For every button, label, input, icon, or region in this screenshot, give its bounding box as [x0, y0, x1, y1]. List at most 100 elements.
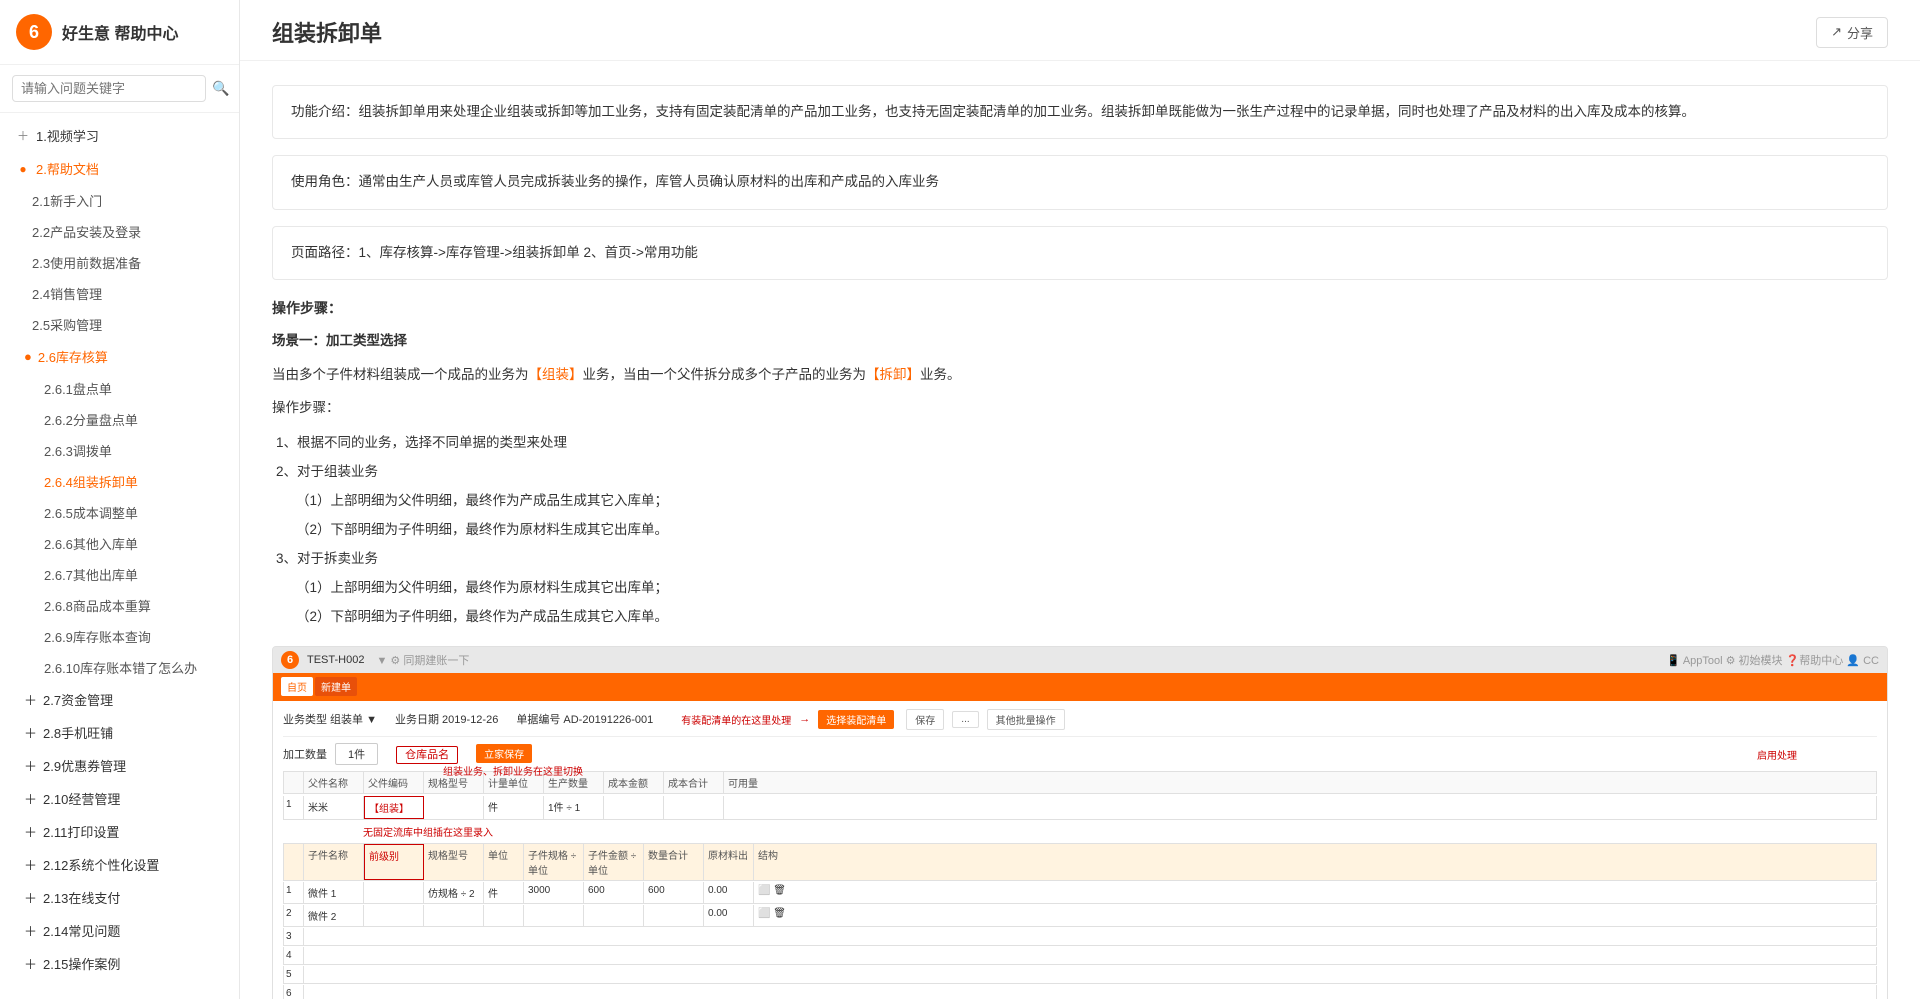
sim-sub-row-1: 1 微件 1 仿规格 ÷ 2 件 3000 600 600 0.00 ⬜ 🗑 — [283, 882, 1877, 904]
toggle-icon-2-7: ＋ — [24, 690, 37, 709]
sidebar-item-2-6-2[interactable]: 2.6.2分量盘点单 — [0, 404, 239, 435]
sidebar-item-2-6-8[interactable]: 2.6.8商品成本重算 — [0, 590, 239, 621]
screenshot-container: 6 TEST-H002 ▼ ⚙ 同期建账一下 📱 AppTool ⚙ 初始模块 … — [272, 646, 1888, 999]
nav-item-2-6[interactable]: ● 2.6库存核算 — [0, 340, 239, 373]
sim-sub-row-5: 5 — [283, 966, 1877, 984]
sim-logo: 6 — [281, 651, 299, 669]
nav-group-2: ● 2.帮助文档 2.1新手入门 2.2产品安装及登录 2.3使用前数据准备 2… — [0, 152, 239, 980]
scene1-title-text: 场景一：加工类型选择 — [272, 333, 407, 348]
sim-annotation-2: 组装业务、拆卸业务在这里切换 — [443, 763, 583, 778]
sim-arrow-1: → — [799, 713, 810, 725]
sim-btn-save: 保存 — [906, 709, 944, 730]
step-3-sub: （1）上部明细为父件明细，最终作为原材料生成其它出库单； （2）下部明细为子件明… — [276, 574, 1888, 630]
steps-title: 操作步骤： — [272, 298, 1888, 318]
keyword-assembly: 【组装】 — [529, 367, 583, 382]
nav-label-2-14: 2.14常见问题 — [43, 921, 120, 940]
share-icon: ↗ — [1831, 24, 1842, 40]
sim-test-id: TEST-H002 — [307, 654, 364, 666]
intro-text-2: 使用角色：通常由生产人员或库管人员完成拆装业务的操作，库管人员确认原材料的出库和… — [291, 170, 1869, 194]
nav-label-2-6: 2.6库存核算 — [38, 347, 108, 366]
sidebar-item-2-3[interactable]: 2.3使用前数据准备 — [0, 247, 239, 278]
toggle-icon-2-14: ＋ — [24, 921, 37, 940]
breadcrumb-text: 页面路径：1、库存核算->库存管理->组装拆卸单 2、首页->常用功能 — [291, 241, 1869, 265]
sidebar-item-2-6-10[interactable]: 2.6.10库存账本错了怎么办 — [0, 652, 239, 683]
toggle-icon-2-10: ＋ — [24, 789, 37, 808]
sidebar-item-2-4[interactable]: 2.4销售管理 — [0, 278, 239, 309]
step-2-sub-2: （2）下部明细为子件明细，最终作为原材料生成其它出库单。 — [296, 516, 1888, 543]
toggle-icon-2-13: ＋ — [24, 888, 37, 907]
search-button[interactable]: 🔍 — [212, 80, 229, 97]
sidebar-item-2-6-3[interactable]: 2.6.3调拨单 — [0, 435, 239, 466]
sim-annotation-3: 启用处理 — [1757, 747, 1797, 762]
steps-list: 1、根据不同的业务，选择不同单据的类型来处理 2、对于组装业务 （1）上部明细为… — [272, 429, 1888, 630]
nav-item-2-8[interactable]: ＋ 2.8手机旺铺 — [0, 716, 239, 749]
nav-item-2-13[interactable]: ＋ 2.13在线支付 — [0, 881, 239, 914]
sidebar-item-2-6-6[interactable]: 2.6.6其他入库单 — [0, 528, 239, 559]
nav-label-2: 2.帮助文档 — [36, 159, 99, 178]
step-2-sub-1: （1）上部明细为父件明细，最终作为产成品生成其它入库单； — [296, 487, 1888, 514]
nav-label-2-12: 2.12系统个性化设置 — [43, 855, 159, 874]
nav-item-2-11[interactable]: ＋ 2.11打印设置 — [0, 815, 239, 848]
sim-warehouse: 仓库品名 — [396, 746, 458, 762]
nav-item-1[interactable]: ＋ 1.视频学习 — [0, 119, 239, 152]
page-title: 组装拆卸单 — [272, 16, 382, 48]
steps-intro-label: 操作步骤： — [272, 395, 1888, 421]
sim-sub-table-header: 子件名称 前级别 规格型号 单位 子件规格 ÷ 单位 子件金额 ÷ 单位 数量合… — [283, 843, 1877, 881]
sim-annotation-1: 有装配清单的在这里处理 — [681, 712, 791, 727]
share-label: 分享 — [1847, 23, 1873, 42]
step-3-label: 3、对于拆卖业务 — [276, 545, 1888, 572]
scene1-title: 场景一：加工类型选择 — [272, 328, 1888, 354]
nav-item-2-9[interactable]: ＋ 2.9优惠券管理 — [0, 749, 239, 782]
toggle-icon-2-9: ＋ — [24, 756, 37, 775]
sim-form-row: 业务类型 组装单 ▼ 业务日期 2019-12-26 单据编号 AD-20191… — [283, 709, 1877, 737]
sim-table-row-1: 1 米米 【组装】 件 1件 ÷ 1 — [283, 796, 1877, 820]
sidebar-item-2-2[interactable]: 2.2产品安装及登录 — [0, 216, 239, 247]
nav-label-1: 1.视频学习 — [36, 126, 99, 145]
nav-item-2-7[interactable]: ＋ 2.7资金管理 — [0, 683, 239, 716]
sidebar-item-2-6-9[interactable]: 2.6.9库存账本查询 — [0, 621, 239, 652]
sidebar-item-2-6-7[interactable]: 2.6.7其他出库单 — [0, 559, 239, 590]
sim-sub-row-6: 6 — [283, 985, 1877, 999]
sidebar-item-2-6-1[interactable]: 2.6.1盘点单 — [0, 373, 239, 404]
nav-item-2-12[interactable]: ＋ 2.12系统个性化设置 — [0, 848, 239, 881]
logo-area: 6 好生意 帮助中心 — [0, 0, 239, 65]
sim-annotation-bottom: 无固定流库中组插在这里录入 — [363, 824, 1877, 839]
nav-item-2-10[interactable]: ＋ 2.10经营管理 — [0, 782, 239, 815]
sim-doc-no: 单据编号 AD-20191226-001 — [516, 711, 653, 727]
toggle-icon-2-11: ＋ — [24, 822, 37, 841]
toggle-icon-2-6: ● — [24, 349, 32, 364]
sim-icons: 📱 AppTool ⚙ 初始模块 ❓帮助中心 👤 CC — [1667, 652, 1879, 668]
sidebar-item-2-6-4[interactable]: 2.6.4组装拆卸单 — [0, 466, 239, 497]
nav-item-2-14[interactable]: ＋ 2.14常见问题 — [0, 914, 239, 947]
nav-group-1: ＋ 1.视频学习 — [0, 119, 239, 152]
search-input[interactable] — [12, 75, 206, 102]
sim-row-2: 加工数量 1件 仓库品名 立家保存 组装业务、拆卸业务在这里切换 启用处理 — [283, 743, 1877, 765]
sidebar-item-2-5[interactable]: 2.5采购管理 — [0, 309, 239, 340]
keyword-disassembly: 【拆卸】 — [866, 367, 920, 382]
sim-qty-label: 加工数量 — [283, 746, 327, 762]
share-button[interactable]: ↗ 分享 — [1816, 17, 1888, 48]
sim-content: 业务类型 组装单 ▼ 业务日期 2019-12-26 单据编号 AD-20191… — [273, 701, 1887, 999]
nav-label-2-15: 2.15操作案例 — [43, 954, 120, 973]
nav-item-2[interactable]: ● 2.帮助文档 — [0, 152, 239, 185]
sidebar-item-2-6-5[interactable]: 2.6.5成本调整单 — [0, 497, 239, 528]
nav-label-2-10: 2.10经营管理 — [43, 789, 120, 808]
toggle-icon-2-12: ＋ — [24, 855, 37, 874]
sidebar-item-2-1[interactable]: 2.1新手入门 — [0, 185, 239, 216]
scene1-desc: 当由多个子件材料组装成一个成品的业务为【组装】业务，当由一个父件拆分成多个子产品… — [272, 362, 1888, 388]
logo-text: 好生意 帮助中心 — [62, 20, 178, 44]
step-3-sub-2: （2）下部明细为子件明细，最终作为产成品生成其它入库单。 — [296, 603, 1888, 630]
sim-sub-row-2: 2 微件 2 0.00 ⬜ 🗑 — [283, 905, 1877, 927]
step-3-sub-1: （1）上部明细为父件明细，最终作为原材料生成其它出库单； — [296, 574, 1888, 601]
nav-item-2-15[interactable]: ＋ 2.15操作案例 — [0, 947, 239, 980]
sim-qty-value: 1件 — [335, 743, 378, 765]
sim-date: 业务日期 2019-12-26 — [395, 711, 498, 727]
intro-text-1: 功能介绍：组装拆卸单用来处理企业组装或拆卸等加工业务，支持有固定装配清单的产品加… — [291, 100, 1869, 124]
sim-more-actions: 其他批量操作 — [987, 709, 1065, 730]
nav-label-2-11: 2.11打印设置 — [43, 822, 119, 841]
toggle-icon-2: ● — [16, 162, 30, 176]
nav-label-2-7: 2.7资金管理 — [43, 690, 113, 709]
main-area: 组装拆卸单 ↗ 分享 功能介绍：组装拆卸单用来处理企业组装或拆卸等加工业务，支持… — [240, 0, 1920, 999]
breadcrumb-block: 页面路径：1、库存核算->库存管理->组装拆卸单 2、首页->常用功能 — [272, 226, 1888, 280]
sim-sub-row-3: 3 — [283, 928, 1877, 946]
